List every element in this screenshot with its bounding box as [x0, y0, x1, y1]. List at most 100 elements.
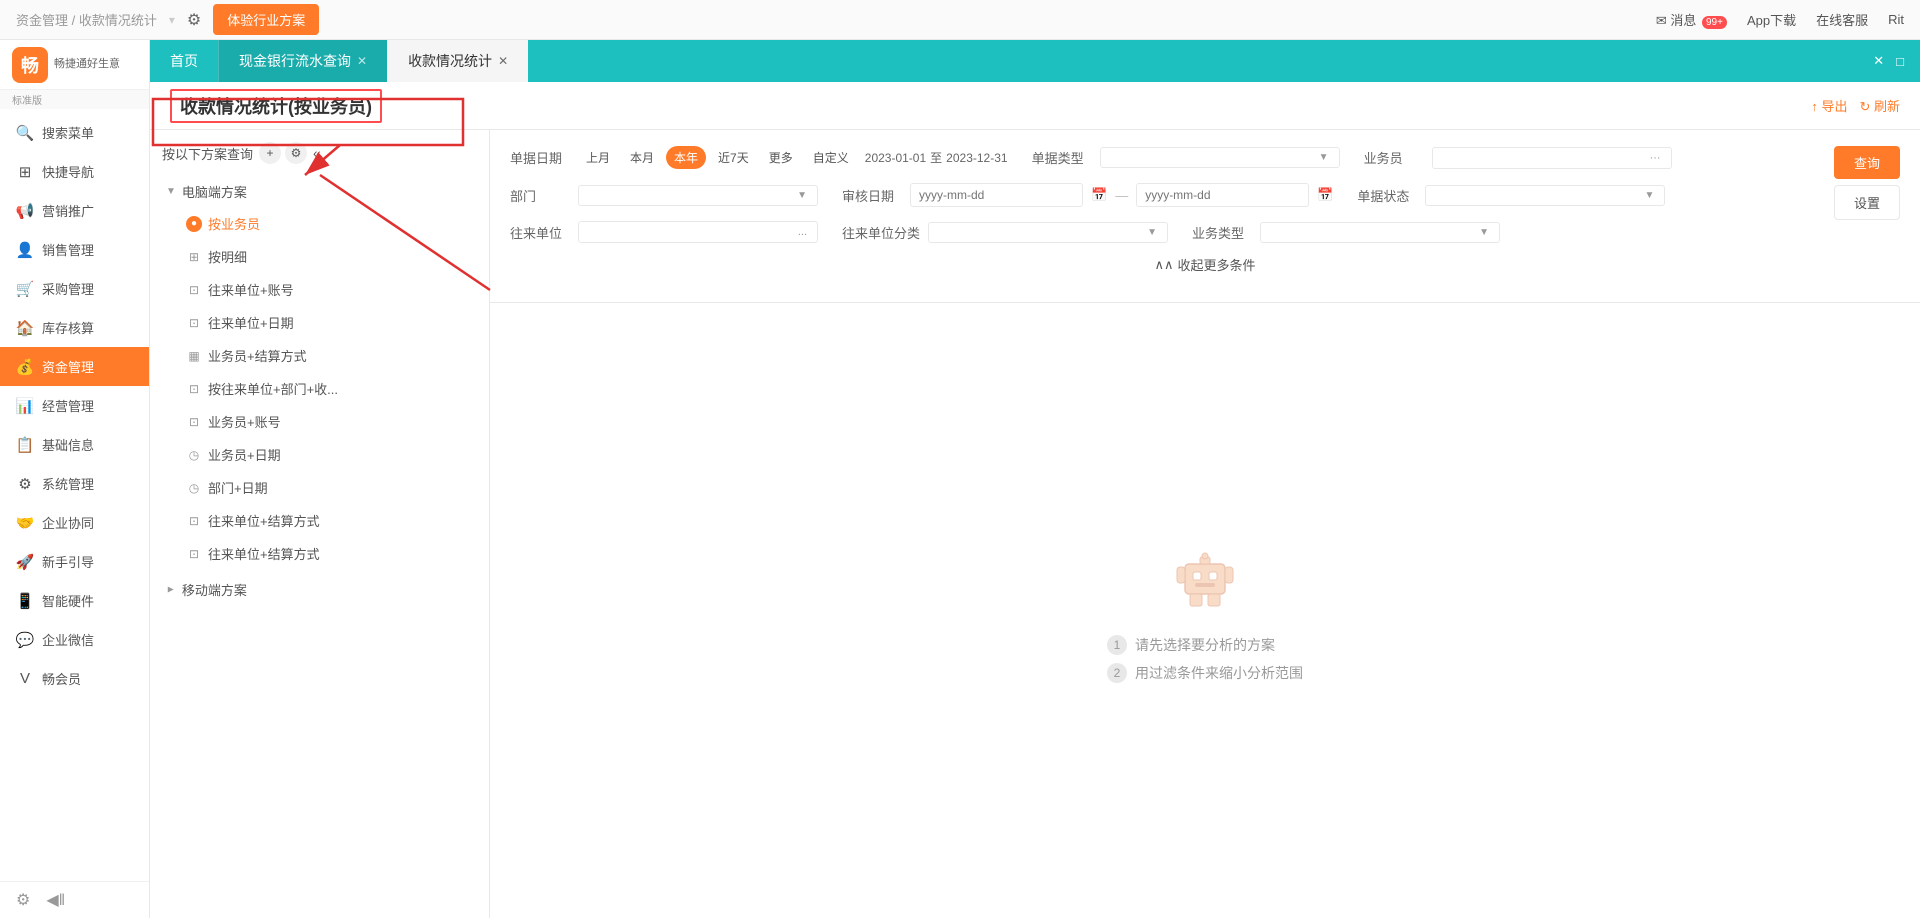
mobile-scheme-header[interactable]: ▼ 移动端方案: [162, 574, 477, 605]
sidebar-item-purchase[interactable]: 🛒采购管理: [0, 269, 149, 308]
partner-more-icon[interactable]: ...: [798, 226, 807, 238]
sidebar-item-member[interactable]: V畅会员: [0, 659, 149, 698]
nav-label-enterprise: 企业协同: [42, 513, 94, 532]
export-icon: ↑: [1811, 99, 1818, 114]
partner-select[interactable]: ...: [578, 221, 818, 243]
date-tab-this-year[interactable]: 本年: [666, 146, 706, 169]
sidebar-item-search[interactable]: 🔍搜索菜单: [0, 113, 149, 152]
nav-icon-business: 📊: [16, 397, 34, 415]
partner-type-select[interactable]: ▼: [928, 222, 1168, 243]
content-area: 首页 现金银行流水查询 ✕ 收款情况统计 ✕ ✕ □ 收款情况统计(按业务员): [150, 40, 1920, 918]
doc-type-select[interactable]: ▼: [1100, 147, 1340, 168]
filter-row-3: 往来单位 ... 往来单位分类: [510, 221, 1818, 243]
scheme-item-partner-settle2[interactable]: ⊡ 往来单位+结算方式: [162, 537, 477, 570]
dept-select-arrow-icon: ▼: [797, 190, 807, 201]
query-button[interactable]: 查询: [1834, 146, 1900, 179]
biz-type-select[interactable]: ▼: [1260, 222, 1500, 243]
scheme-item-staff-account[interactable]: ⊡ 业务员+账号: [162, 405, 477, 438]
date-tab-last-7[interactable]: 近7天: [710, 146, 757, 169]
biz-type-label: 业务类型: [1192, 223, 1252, 242]
sidebar-item-hardware[interactable]: 📱智能硬件: [0, 581, 149, 620]
export-button[interactable]: ↑ 导出: [1811, 96, 1847, 115]
panel-collapse-button[interactable]: «: [313, 145, 321, 161]
date-tab-custom[interactable]: 自定义: [805, 146, 857, 169]
scheme-item-staff-date[interactable]: ◷ 业务员+日期: [162, 438, 477, 471]
scheme-item-partner-account[interactable]: ⊡ 往来单位+账号: [162, 273, 477, 306]
nav-icon-guide: 🚀: [16, 553, 34, 571]
window-close-icon[interactable]: ✕: [1873, 53, 1884, 69]
sidebar-item-system[interactable]: ⚙系统管理: [0, 464, 149, 503]
sidebar: 畅 畅捷通好生意 标准版 🔍搜索菜单⊞快捷导航📢营销推广👤销售管理🛒采购管理🏠库…: [0, 40, 150, 918]
date-tab-prev-month[interactable]: 上月: [578, 146, 618, 169]
scheme-item-by-staff[interactable]: ● 按业务员: [162, 207, 477, 240]
nav-icon-inventory: 🏠: [16, 319, 34, 337]
sidebar-item-inventory[interactable]: 🏠库存核算: [0, 308, 149, 347]
sidebar-item-business[interactable]: 📊经营管理: [0, 386, 149, 425]
nav-label-sales: 销售管理: [42, 240, 94, 259]
message-badge: 99+: [1702, 16, 1727, 29]
sidebar-item-marketing[interactable]: 📢营销推广: [0, 191, 149, 230]
sidebar-item-guide[interactable]: 🚀新手引导: [0, 542, 149, 581]
tab-home[interactable]: 首页: [150, 40, 218, 82]
tip-num-2: 2: [1107, 663, 1127, 683]
sidebar-item-enterprise[interactable]: 🤝企业协同: [0, 503, 149, 542]
online-service-link[interactable]: 在线客服: [1816, 10, 1868, 29]
date-tab-more[interactable]: 更多: [761, 146, 801, 169]
scheme-icon-by-detail: ⊞: [186, 249, 202, 265]
staff-more-icon[interactable]: ···: [1650, 152, 1661, 164]
tab-receipt-stats-close[interactable]: ✕: [498, 54, 508, 68]
nav-icon-finance: 💰: [16, 358, 34, 376]
review-date-end-input[interactable]: [1136, 183, 1309, 207]
partner-type-filter-item: 往来单位分类 ▼: [842, 222, 1168, 243]
empty-state: 1 请先选择要分析的方案 2 用过滤条件来缩小分析范围: [490, 303, 1920, 918]
partner-type-label: 往来单位分类: [842, 223, 920, 242]
nav-icon-purchase: 🛒: [16, 280, 34, 298]
tab-bank-flow[interactable]: 现金银行流水查询 ✕: [218, 40, 387, 82]
dept-select[interactable]: ▼: [578, 185, 818, 206]
scheme-settings-button[interactable]: ⚙: [285, 142, 307, 164]
doc-status-filter-item: 单据状态 ▼: [1357, 185, 1665, 206]
filter-settings-button[interactable]: 设置: [1834, 185, 1900, 220]
sidebar-item-basic[interactable]: 📋基础信息: [0, 425, 149, 464]
date-tab-this-month[interactable]: 本月: [622, 146, 662, 169]
sidebar-item-finance[interactable]: 💰资金管理: [0, 347, 149, 386]
scheme-item-partner-dept[interactable]: ⊡ 按往来单位+部门+收...: [162, 372, 477, 405]
sidebar-settings-icon[interactable]: ⚙: [16, 890, 30, 910]
doc-status-select[interactable]: ▼: [1425, 185, 1665, 206]
maximize-icon[interactable]: □: [1896, 54, 1904, 69]
desktop-scheme-header[interactable]: ▼ 电脑端方案: [162, 176, 477, 207]
review-date-filter-item: 审核日期 📅 — 📅: [842, 183, 1333, 207]
staff-select[interactable]: ···: [1432, 147, 1672, 169]
scheme-item-staff-settle[interactable]: ▦ 业务员+结算方式: [162, 339, 477, 372]
calendar-start-icon[interactable]: 📅: [1091, 187, 1107, 203]
app-download-link[interactable]: App下载: [1747, 10, 1796, 29]
tab-bank-flow-close[interactable]: ✕: [357, 54, 367, 68]
review-date-start-input[interactable]: [910, 183, 1083, 207]
add-scheme-button[interactable]: +: [259, 142, 281, 164]
collapse-more-button[interactable]: ∧∧ 收起更多条件: [1154, 255, 1255, 274]
trial-button[interactable]: 体验行业方案: [213, 4, 319, 35]
empty-state-illustration: [1165, 539, 1245, 619]
scheme-item-partner-settle1[interactable]: ⊡ 往来单位+结算方式: [162, 504, 477, 537]
review-date-label: 审核日期: [842, 186, 902, 205]
filter-row-2: 部门 ▼ 审核日期 📅: [510, 183, 1818, 207]
user-name: Rit: [1888, 12, 1904, 27]
calendar-end-icon[interactable]: 📅: [1317, 187, 1333, 203]
right-panel: 单据日期 上月 本月 本年 近7天 更多 自定义: [490, 130, 1920, 918]
scheme-item-by-detail[interactable]: ⊞ 按明细: [162, 240, 477, 273]
filter-row-1: 单据日期 上月 本月 本年 近7天 更多 自定义: [510, 146, 1818, 169]
scheme-item-partner-date[interactable]: ⊡ 往来单位+日期: [162, 306, 477, 339]
tab-receipt-stats[interactable]: 收款情况统计 ✕: [387, 40, 528, 82]
message-icon: ✉: [1656, 13, 1667, 28]
sidebar-item-quick-nav[interactable]: ⊞快捷导航: [0, 152, 149, 191]
sidebar-item-sales[interactable]: 👤销售管理: [0, 230, 149, 269]
sidebar-item-wechat[interactable]: 💬企业微信: [0, 620, 149, 659]
message-link[interactable]: ✉ 消息 99+: [1656, 10, 1727, 29]
refresh-button[interactable]: ↻ 刷新: [1859, 96, 1900, 115]
scheme-icon-partner-settle2: ⊡: [186, 546, 202, 562]
sidebar-collapse-icon[interactable]: ◀‖: [46, 890, 65, 910]
scheme-item-dept-date[interactable]: ◷ 部门+日期: [162, 471, 477, 504]
date-filter-item: 单据日期 上月 本月 本年 近7天 更多 自定义: [510, 146, 1008, 169]
scheme-icon-partner-date: ⊡: [186, 315, 202, 331]
settings-icon[interactable]: ⚙: [187, 10, 201, 30]
